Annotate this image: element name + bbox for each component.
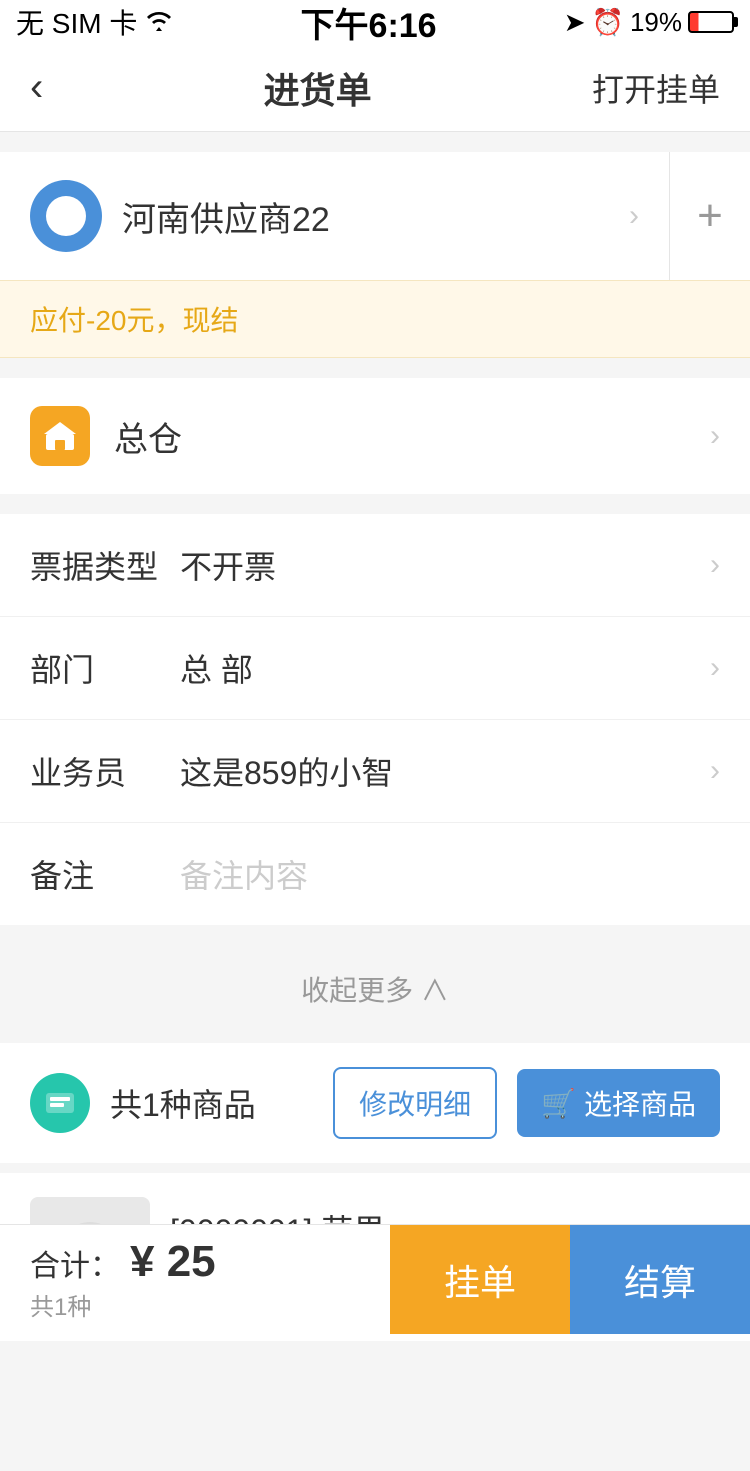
products-header: 共1种商品 修改明细 🛒 选择商品 [0, 1043, 750, 1163]
select-product-button[interactable]: 🛒 选择商品 [517, 1069, 720, 1137]
total-count: 共1种 [30, 1287, 360, 1322]
total-section: 合计： ¥ 25 共1种 [0, 1225, 390, 1334]
supplier-alert: 应付-20元，现结 [0, 280, 750, 358]
remark-row[interactable]: 备注 备注内容 [0, 823, 750, 925]
wifi-icon [145, 6, 173, 38]
collapse-label: 收起更多 ∧ [301, 975, 449, 1006]
collapse-button[interactable]: 收起更多 ∧ [0, 945, 750, 1033]
supplier-section: 河南供应商22 › + [0, 152, 750, 280]
supplier-add-button[interactable]: + [670, 152, 750, 280]
warehouse-section[interactable]: 总仓 › [0, 378, 750, 494]
back-button[interactable]: ‹ [30, 65, 43, 110]
alert-text: 应付-20元，现结 [30, 305, 238, 336]
pending-label: 挂单 [444, 1254, 516, 1306]
avatar-inner [46, 196, 86, 236]
warehouse-chevron-icon: › [710, 419, 720, 453]
department-chevron-icon: › [710, 651, 720, 685]
supplier-select[interactable]: 河南供应商22 › [0, 152, 670, 280]
total-row: 合计： ¥ 25 [30, 1237, 360, 1287]
nav-bar: ‹ 进货单 打开挂单 [0, 44, 750, 132]
cart-icon: 🛒 [541, 1087, 576, 1120]
total-label: 合计： [30, 1241, 120, 1285]
salesman-row[interactable]: 业务员 这是859的小智 › [0, 720, 750, 823]
form-section: 票据类型 不开票 › 部门 总 部 › 业务员 这是859的小智 › 备注 备注… [0, 514, 750, 925]
carrier-text: 无 SIM 卡 [16, 2, 137, 42]
status-right: ➤ ⏰ 19% [564, 7, 734, 38]
remark-label: 备注 [30, 851, 180, 897]
battery-percent: 19% [630, 7, 682, 38]
warehouse-icon [30, 406, 90, 466]
status-bar: 无 SIM 卡 下午6:16 ➤ ⏰ 19% [0, 0, 750, 44]
products-count: 共1种商品 [110, 1080, 313, 1126]
invoice-type-label: 票据类型 [30, 542, 180, 588]
pending-button[interactable]: 挂单 [390, 1225, 570, 1334]
invoice-type-value: 不开票 [180, 542, 710, 588]
warehouse-name: 总仓 [114, 412, 710, 461]
remark-input[interactable]: 备注内容 [180, 851, 720, 897]
edit-details-button[interactable]: 修改明细 [333, 1067, 497, 1139]
checkout-button[interactable]: 结算 [570, 1225, 750, 1334]
chevron-right-icon: › [629, 199, 639, 233]
products-icon [30, 1073, 90, 1133]
salesman-chevron-icon: › [710, 754, 720, 788]
salesman-value: 这是859的小智 [180, 748, 710, 794]
supplier-avatar [30, 180, 102, 252]
location-icon: ➤ [564, 7, 586, 38]
supplier-name: 河南供应商22 [122, 192, 629, 241]
department-label: 部门 [30, 645, 180, 691]
bottom-bar: 合计： ¥ 25 共1种 挂单 结算 [0, 1224, 750, 1334]
battery-icon [688, 11, 734, 33]
status-carrier: 无 SIM 卡 [16, 2, 173, 42]
select-product-label: 选择商品 [584, 1083, 696, 1123]
status-time: 下午6:16 [301, 0, 437, 47]
total-amount: ¥ 25 [130, 1237, 216, 1287]
department-row[interactable]: 部门 总 部 › [0, 617, 750, 720]
open-pending-button[interactable]: 打开挂单 [592, 65, 720, 111]
department-value: 总 部 [180, 645, 710, 691]
page-title: 进货单 [264, 62, 372, 114]
invoice-chevron-icon: › [710, 548, 720, 582]
salesman-label: 业务员 [30, 748, 180, 794]
alarm-icon: ⏰ [592, 7, 624, 38]
invoice-type-row[interactable]: 票据类型 不开票 › [0, 514, 750, 617]
checkout-label: 结算 [624, 1254, 696, 1306]
